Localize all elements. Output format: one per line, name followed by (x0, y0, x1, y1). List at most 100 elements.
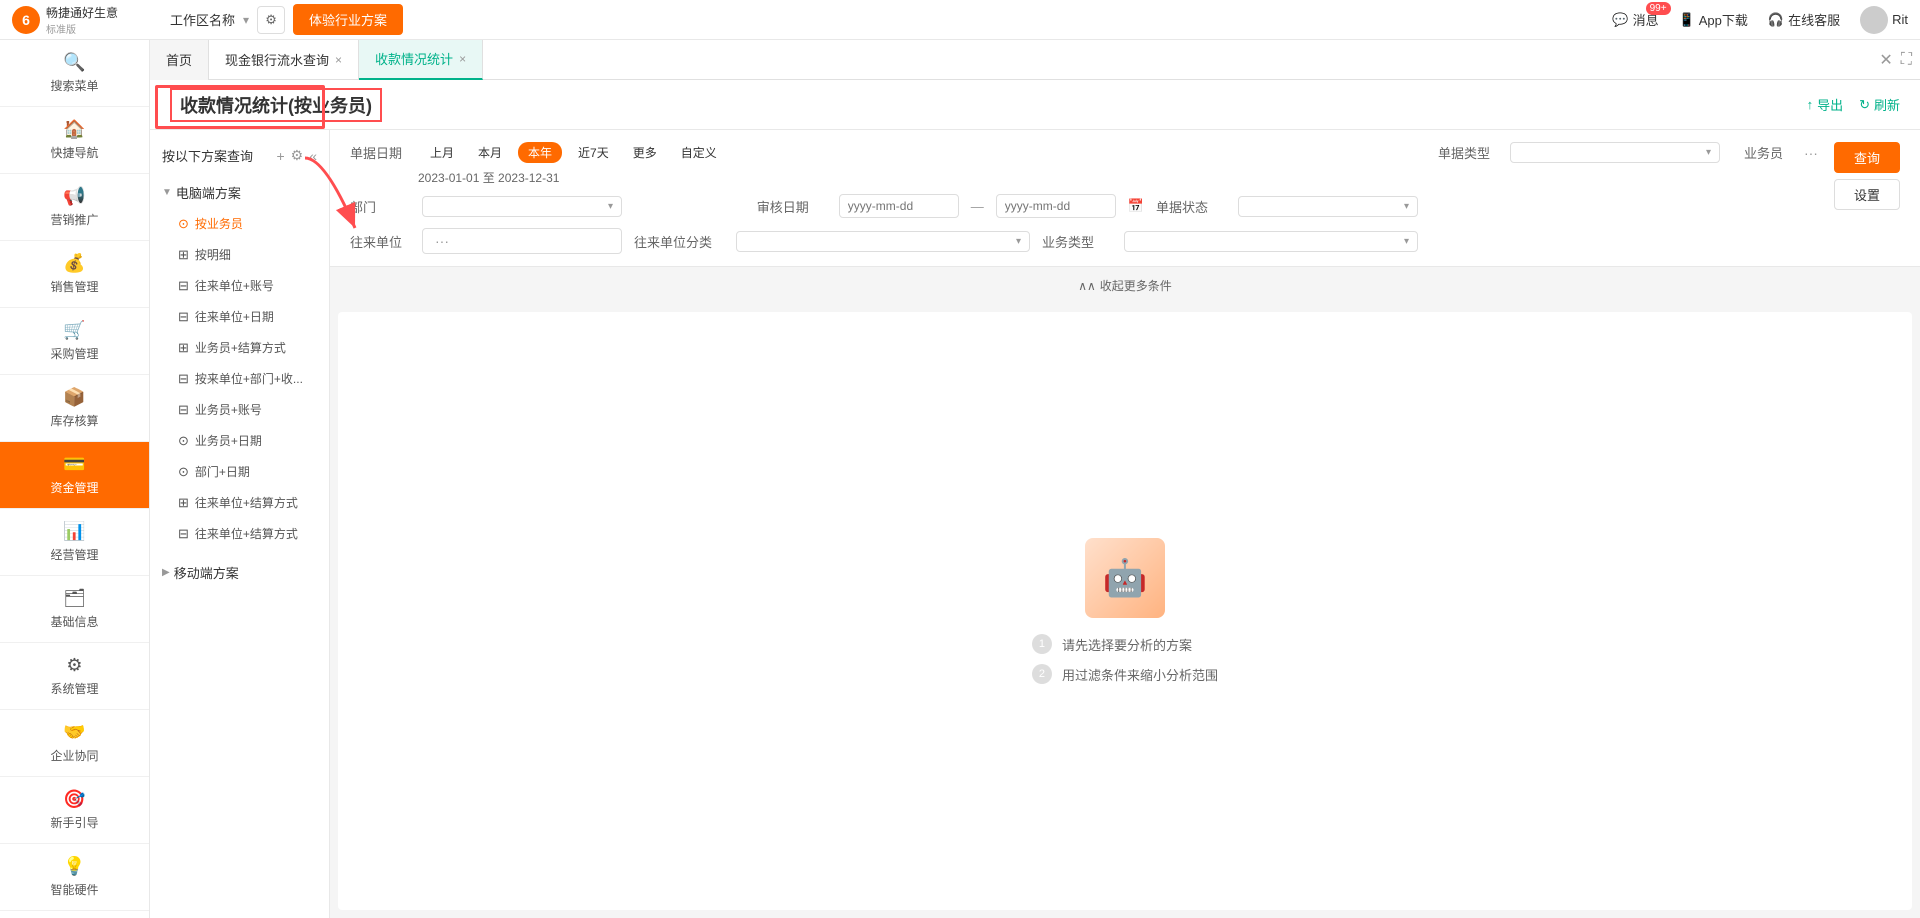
workspace-dropdown-icon[interactable]: ▾ (243, 13, 249, 27)
scheme-item-partner-settle1[interactable]: ⊞ 往来单位+结算方式 (150, 487, 329, 518)
sidebar-item-enterprise[interactable]: 🤝 企业协同 (0, 710, 149, 777)
collapse-bar[interactable]: ∧∧ 收起更多条件 (330, 267, 1920, 304)
dept-select[interactable]: ▾ (422, 196, 622, 217)
smart-hw-icon: 💡 (63, 856, 85, 877)
scheme-item-by-detail[interactable]: ⊞ 按明细 (150, 239, 329, 270)
tab-bank-flow[interactable]: 现金银行流水查询 × (209, 40, 359, 80)
scheme-item-salesperson-date[interactable]: ⊙ 业务员+日期 (150, 425, 329, 456)
biz-type-label: 业务类型 (1042, 232, 1112, 251)
scheme-item-salesperson-account[interactable]: ⊟ 业务员+账号 (150, 394, 329, 425)
scheme-item-label: 部门+日期 (195, 463, 250, 480)
scheme-item-by-partner-dept[interactable]: ⊟ 按来单位+部门+收... (150, 363, 329, 394)
review-date-to-input[interactable] (996, 194, 1116, 218)
tab-bar: 首页 现金银行流水查询 × 收款情况统计 × ✕ ⛶ (150, 40, 1920, 80)
sidebar-item-finance[interactable]: 💳 资金管理 (0, 442, 149, 509)
partner-more-icon[interactable]: ··· (435, 233, 449, 249)
scheme-item-partner-date[interactable]: ⊟ 往来单位+日期 (150, 301, 329, 332)
online-service-button[interactable]: 🎧 在线客服 (1768, 10, 1840, 29)
scheme-item-partner-account[interactable]: ⊟ 往来单位+账号 (150, 270, 329, 301)
avatar-image (1860, 6, 1888, 34)
doc-status-select[interactable]: ▾ (1238, 196, 1418, 217)
date-tab-more[interactable]: 更多 (625, 142, 665, 163)
sidebar-item-operation[interactable]: 📊 经营管理 (0, 509, 149, 576)
settings-button[interactable]: ⚙ (257, 6, 285, 34)
sidebar-item-search-menu[interactable]: 🔍 搜索菜单 (0, 40, 149, 107)
date-tab-custom[interactable]: 自定义 (673, 142, 725, 163)
sidebar-item-smart-hw[interactable]: 💡 智能硬件 (0, 844, 149, 911)
scheme-item-label: 按业务员 (195, 215, 243, 232)
tab-expand-btn[interactable]: ⛶ (1901, 51, 1912, 69)
main-layout: 🔍 搜索菜单 🏠 快捷导航 📢 营销推广 💰 销售管理 🛒 采购管理 📦 库存核… (0, 0, 1920, 918)
partner-classify-select[interactable]: ▾ (736, 231, 1030, 252)
sidebar-item-quick-nav[interactable]: 🏠 快捷导航 (0, 107, 149, 174)
scheme-item-salesperson-settle[interactable]: ⊞ 业务员+结算方式 (150, 332, 329, 363)
scheme-item-label: 往来单位+结算方式 (195, 494, 298, 511)
user-avatar[interactable]: Rit (1860, 6, 1908, 34)
partner-select[interactable]: ··· (422, 228, 622, 254)
sidebar-item-system[interactable]: ⚙ 系统管理 (0, 643, 149, 710)
export-button[interactable]: ↑ 导出 (1807, 95, 1844, 114)
settings-button[interactable]: 设置 (1834, 179, 1900, 210)
right-panel: 单据日期 上月 本月 本年 近7天 更多 自定义 (330, 130, 1920, 918)
scheme-item-dept-date[interactable]: ⊙ 部门+日期 (150, 456, 329, 487)
sidebar-item-inventory[interactable]: 📦 库存核算 (0, 375, 149, 442)
sidebar-item-basic-info[interactable]: 🗂 基础信息 (0, 576, 149, 643)
calendar-icon-from[interactable]: 📅 (1128, 198, 1144, 214)
marketing-icon: 📢 (63, 186, 85, 207)
tab-bank-flow-close[interactable]: × (335, 53, 342, 67)
review-date-from-input[interactable] (839, 194, 959, 218)
sidebar-item-marketing[interactable]: 📢 营销推广 (0, 174, 149, 241)
biz-type-select[interactable]: ▾ (1124, 231, 1418, 252)
scheme-group-pc: ▼ 电脑端方案 ⊙ 按业务员 ⊞ 按明细 ⊟ 往来单位+账号 (150, 173, 329, 553)
date-tab-last-month[interactable]: 上月 (422, 142, 462, 163)
tab-close-all-btn[interactable]: ✕ (1879, 50, 1892, 70)
salesperson-label: 业务员 (1732, 143, 1792, 162)
sidebar-item-label: 基础信息 (50, 613, 98, 630)
scheme-settings-button[interactable]: ⚙ (291, 147, 304, 164)
sidebar-item-wechat[interactable]: 💬 企业微信 (0, 911, 149, 918)
date-tab-last-7-days[interactable]: 近7天 (570, 142, 617, 163)
scheme-item-icon: ⊞ (178, 495, 189, 511)
sidebar-item-purchase[interactable]: 🛒 采购管理 (0, 308, 149, 375)
doc-type-label: 单据类型 (1438, 143, 1498, 162)
tab-collection-stats[interactable]: 收款情况统计 × (359, 40, 483, 80)
panel-collapse-button[interactable]: « (309, 148, 317, 164)
app-download-button[interactable]: 📱 App下载 (1679, 10, 1748, 29)
doc-status-arrow-icon: ▾ (1404, 201, 1409, 212)
scheme-item-icon: ⊙ (178, 216, 189, 232)
empty-step-1: 1 请先选择要分析的方案 (1032, 634, 1218, 654)
query-button[interactable]: 查询 (1834, 142, 1900, 173)
left-panel-title: 按以下方案查询 (162, 146, 253, 165)
scheme-group-pc-header[interactable]: ▼ 电脑端方案 (150, 177, 329, 208)
date-tab-this-year[interactable]: 本年 (518, 142, 562, 163)
refresh-icon: ↻ (1859, 97, 1870, 113)
scheme-item-by-salesperson[interactable]: ⊙ 按业务员 (150, 208, 329, 239)
scheme-group-mobile-header[interactable]: ▶ 移动端方案 (150, 557, 329, 588)
sidebar-item-beginner[interactable]: 🎯 新手引导 (0, 777, 149, 844)
salesperson-more-icon[interactable]: ··· (1804, 145, 1818, 161)
left-panel: 按以下方案查询 + ⚙ « ▼ 电脑端方案 ⊙ 按业务员 (150, 130, 330, 918)
download-icon: 📱 (1679, 12, 1695, 28)
message-button[interactable]: 💬 消息 99+ (1612, 10, 1658, 29)
quick-nav-icon: 🏠 (63, 119, 85, 140)
add-scheme-button[interactable]: + (276, 148, 284, 164)
trial-button[interactable]: 体验行业方案 (293, 4, 403, 35)
query-buttons: 查询 设置 (1834, 142, 1900, 210)
scheme-group-mobile: ▶ 移动端方案 (150, 553, 329, 592)
tab-home[interactable]: 首页 (150, 40, 209, 80)
empty-steps: 1 请先选择要分析的方案 2 用过滤条件来缩小分析范围 (1032, 634, 1218, 684)
step-2-number: 2 (1032, 664, 1052, 684)
tab-collection-stats-close[interactable]: × (459, 52, 466, 66)
empty-step-2: 2 用过滤条件来缩小分析范围 (1032, 664, 1218, 684)
refresh-button[interactable]: ↻ 刷新 (1859, 95, 1900, 114)
scheme-item-partner-settle2[interactable]: ⊟ 往来单位+结算方式 (150, 518, 329, 549)
sidebar-item-label: 采购管理 (50, 345, 98, 362)
sidebar-item-sales[interactable]: 💰 销售管理 (0, 241, 149, 308)
service-icon: 🎧 (1768, 12, 1784, 28)
sales-icon: 💰 (63, 253, 85, 274)
date-tab-this-month[interactable]: 本月 (470, 142, 510, 163)
logo-icon: 6 (12, 6, 40, 34)
doc-type-select[interactable]: ▾ (1510, 142, 1720, 163)
filter-area: 单据日期 上月 本月 本年 近7天 更多 自定义 (330, 130, 1920, 267)
sidebar-item-label: 企业协同 (50, 747, 98, 764)
